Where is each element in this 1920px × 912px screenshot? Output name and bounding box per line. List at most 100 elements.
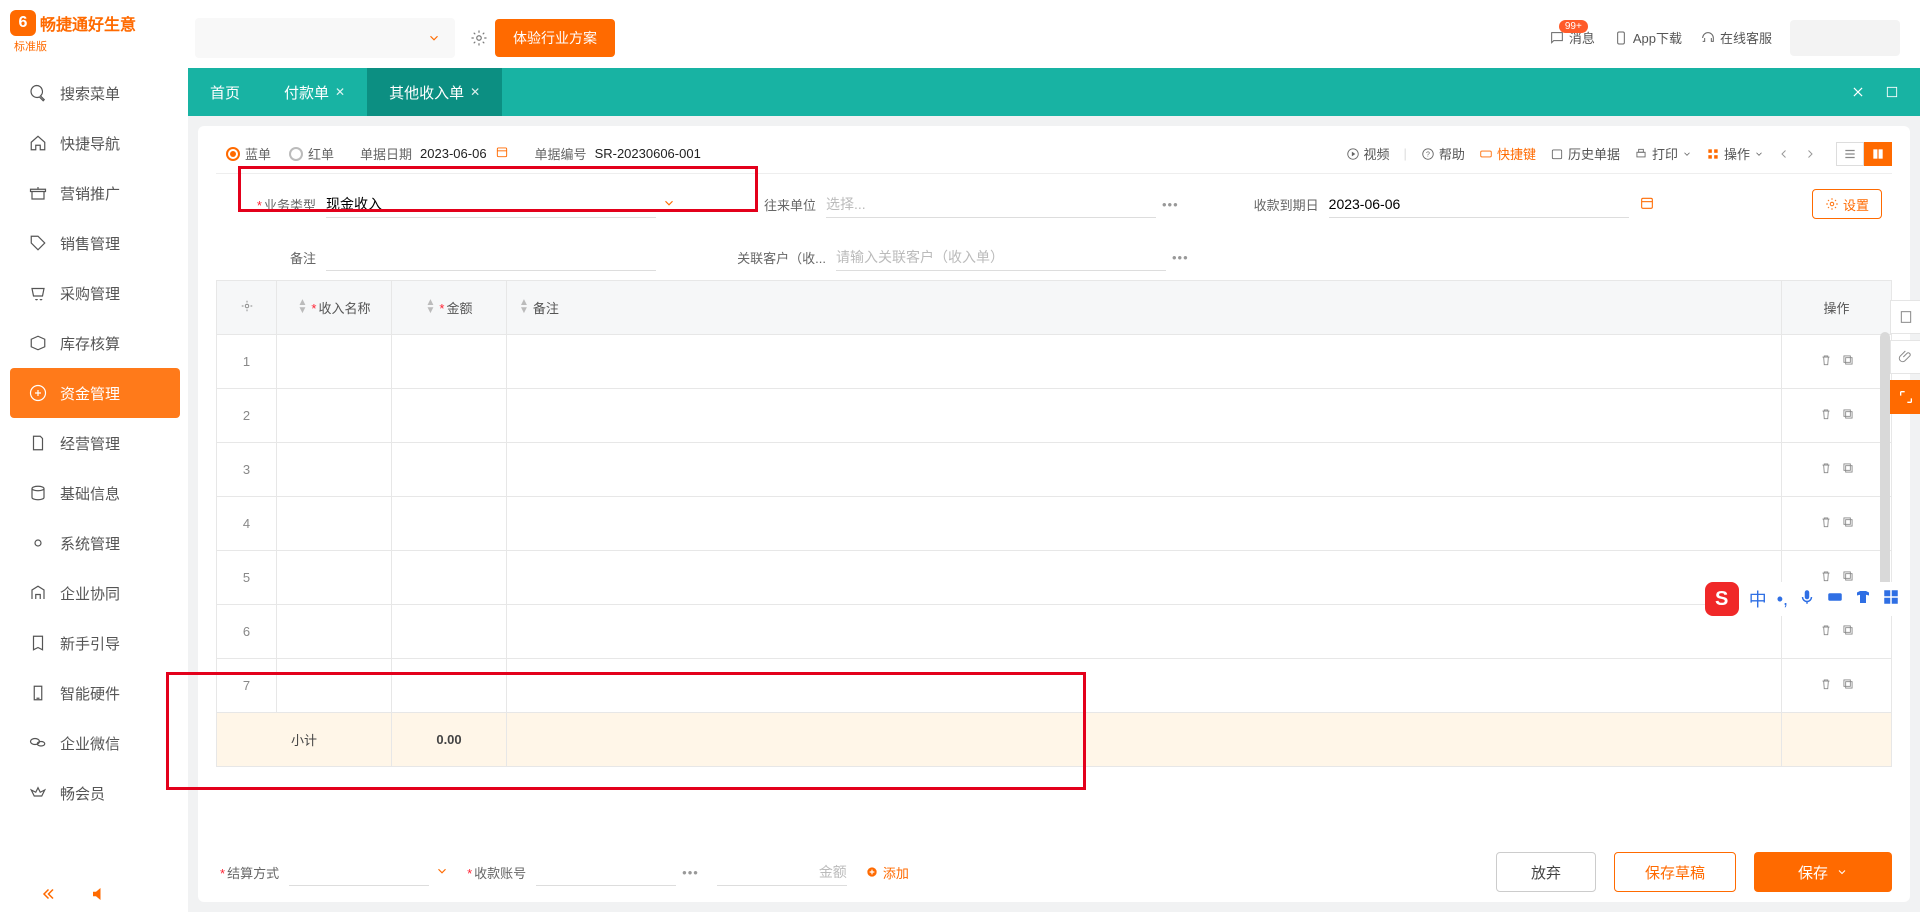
ops-tool[interactable]: 操作: [1706, 144, 1764, 163]
delete-icon[interactable]: [1819, 679, 1833, 694]
calendar-icon[interactable]: [1639, 195, 1655, 214]
keyboard-icon: [1479, 147, 1493, 161]
settle-account-input[interactable]: [536, 858, 676, 886]
abandon-button[interactable]: 放弃: [1496, 852, 1596, 892]
sidebar-item-8[interactable]: 基础信息: [10, 468, 180, 518]
copy-icon[interactable]: [1841, 517, 1855, 532]
ime-lang[interactable]: 中: [1749, 586, 1767, 612]
add-settlement-link[interactable]: 添加: [865, 863, 909, 882]
delete-icon[interactable]: [1819, 517, 1833, 532]
sidebar-item-5[interactable]: 库存核算: [10, 318, 180, 368]
sidebar-item-6[interactable]: 资金管理: [10, 368, 180, 418]
settings-button[interactable]: 设置: [1812, 189, 1882, 219]
table-row[interactable]: 4: [217, 497, 1892, 551]
copy-icon[interactable]: [1841, 625, 1855, 640]
delete-icon[interactable]: [1819, 355, 1833, 370]
calendar-icon[interactable]: [495, 145, 509, 162]
delete-icon[interactable]: [1819, 409, 1833, 424]
biz-type-input[interactable]: [326, 190, 656, 218]
radio-blue[interactable]: 蓝单: [226, 144, 271, 163]
col-amount[interactable]: ▲▼*金额: [392, 281, 507, 335]
try-industry-button[interactable]: 体验行业方案: [495, 19, 615, 57]
more-icon[interactable]: •••: [1172, 250, 1189, 265]
chevron-down-icon[interactable]: [662, 196, 676, 213]
delete-icon[interactable]: [1819, 625, 1833, 640]
settle-method-input[interactable]: [289, 858, 429, 886]
close-icon[interactable]: ✕: [335, 85, 345, 99]
sidebar-item-12[interactable]: 智能硬件: [10, 668, 180, 718]
ime-keyboard-icon[interactable]: [1826, 588, 1844, 611]
tab-close-icon[interactable]: [1846, 80, 1870, 104]
view-card-icon[interactable]: [1864, 142, 1892, 166]
sidebar-item-10[interactable]: 企业协同: [10, 568, 180, 618]
hotkey-tool[interactable]: 快捷键: [1479, 144, 1536, 163]
sidebar-item-4[interactable]: 采购管理: [10, 268, 180, 318]
copy-icon[interactable]: [1841, 409, 1855, 424]
tab-0[interactable]: 首页: [188, 68, 262, 116]
sidebar-item-14[interactable]: 畅会员: [10, 768, 180, 818]
ime-logo-icon[interactable]: S: [1705, 582, 1739, 616]
online-service-link[interactable]: 在线客服: [1700, 28, 1772, 47]
table-row[interactable]: 1: [217, 335, 1892, 389]
sidebar-item-9[interactable]: 系统管理: [10, 518, 180, 568]
delete-icon[interactable]: [1819, 463, 1833, 478]
collapse-icon[interactable]: [38, 885, 56, 906]
guide-icon: [28, 633, 48, 653]
sidebar-item-2[interactable]: 营销推广: [10, 168, 180, 218]
chevron-down-icon[interactable]: [435, 864, 449, 881]
sidebar-item-0[interactable]: 搜索菜单: [10, 68, 180, 118]
tab-expand-icon[interactable]: [1880, 80, 1904, 104]
settle-amount-input[interactable]: [717, 858, 847, 886]
ime-skin-icon[interactable]: [1854, 588, 1872, 611]
due-date-input[interactable]: [1329, 190, 1629, 218]
sidebar-item-3[interactable]: 销售管理: [10, 218, 180, 268]
doc-date-value[interactable]: 2023-06-06: [420, 146, 487, 161]
col-gear[interactable]: [217, 281, 277, 335]
rail-note-icon[interactable]: [1890, 300, 1920, 334]
app-download-link[interactable]: App下载: [1613, 28, 1682, 47]
copy-icon[interactable]: [1841, 679, 1855, 694]
messages-link[interactable]: 消息 99+: [1549, 28, 1595, 47]
copy-icon[interactable]: [1841, 355, 1855, 370]
table-row[interactable]: 3: [217, 443, 1892, 497]
save-draft-button[interactable]: 保存草稿: [1614, 852, 1736, 892]
ime-punct-icon[interactable]: •,: [1777, 589, 1788, 610]
radio-red[interactable]: 红单: [289, 144, 334, 163]
table-row[interactable]: 2: [217, 389, 1892, 443]
sidebar-item-13[interactable]: 企业微信: [10, 718, 180, 768]
table-row[interactable]: 5: [217, 551, 1892, 605]
scrollbar[interactable]: [1880, 332, 1890, 592]
settings-icon[interactable]: [463, 22, 495, 54]
org-selector[interactable]: [195, 18, 455, 58]
print-tool[interactable]: 打印: [1634, 144, 1692, 163]
tab-2[interactable]: 其他收入单✕: [367, 68, 502, 116]
sidebar-item-11[interactable]: 新手引导: [10, 618, 180, 668]
rail-attach-icon[interactable]: [1890, 340, 1920, 374]
rail-expand-icon[interactable]: [1890, 380, 1920, 414]
sidebar-item-1[interactable]: 快捷导航: [10, 118, 180, 168]
table-row[interactable]: 6: [217, 605, 1892, 659]
help-tool[interactable]: ?帮助: [1421, 144, 1465, 163]
next-icon[interactable]: [1804, 148, 1816, 160]
ime-toolbox-icon[interactable]: [1882, 588, 1900, 611]
save-button[interactable]: 保存: [1754, 852, 1892, 892]
col-income-name[interactable]: ▲▼*收入名称: [277, 281, 392, 335]
sound-icon[interactable]: [90, 885, 108, 906]
close-icon[interactable]: ✕: [470, 85, 480, 99]
user-avatar[interactable]: [1790, 20, 1900, 56]
history-tool[interactable]: 历史单据: [1550, 144, 1620, 163]
prev-icon[interactable]: [1778, 148, 1790, 160]
more-icon[interactable]: •••: [682, 865, 699, 880]
copy-icon[interactable]: [1841, 463, 1855, 478]
table-row[interactable]: 7: [217, 659, 1892, 713]
remark-input[interactable]: [326, 243, 656, 271]
ime-mic-icon[interactable]: [1798, 588, 1816, 611]
partner-input[interactable]: [826, 190, 1156, 218]
tab-1[interactable]: 付款单✕: [262, 68, 367, 116]
col-remark[interactable]: ▲▼备注: [507, 281, 1782, 335]
more-icon[interactable]: •••: [1162, 197, 1179, 212]
video-tool[interactable]: 视频: [1346, 144, 1390, 163]
view-list-icon[interactable]: [1836, 142, 1864, 166]
sidebar-item-7[interactable]: 经营管理: [10, 418, 180, 468]
related-customer-input[interactable]: [836, 243, 1166, 271]
